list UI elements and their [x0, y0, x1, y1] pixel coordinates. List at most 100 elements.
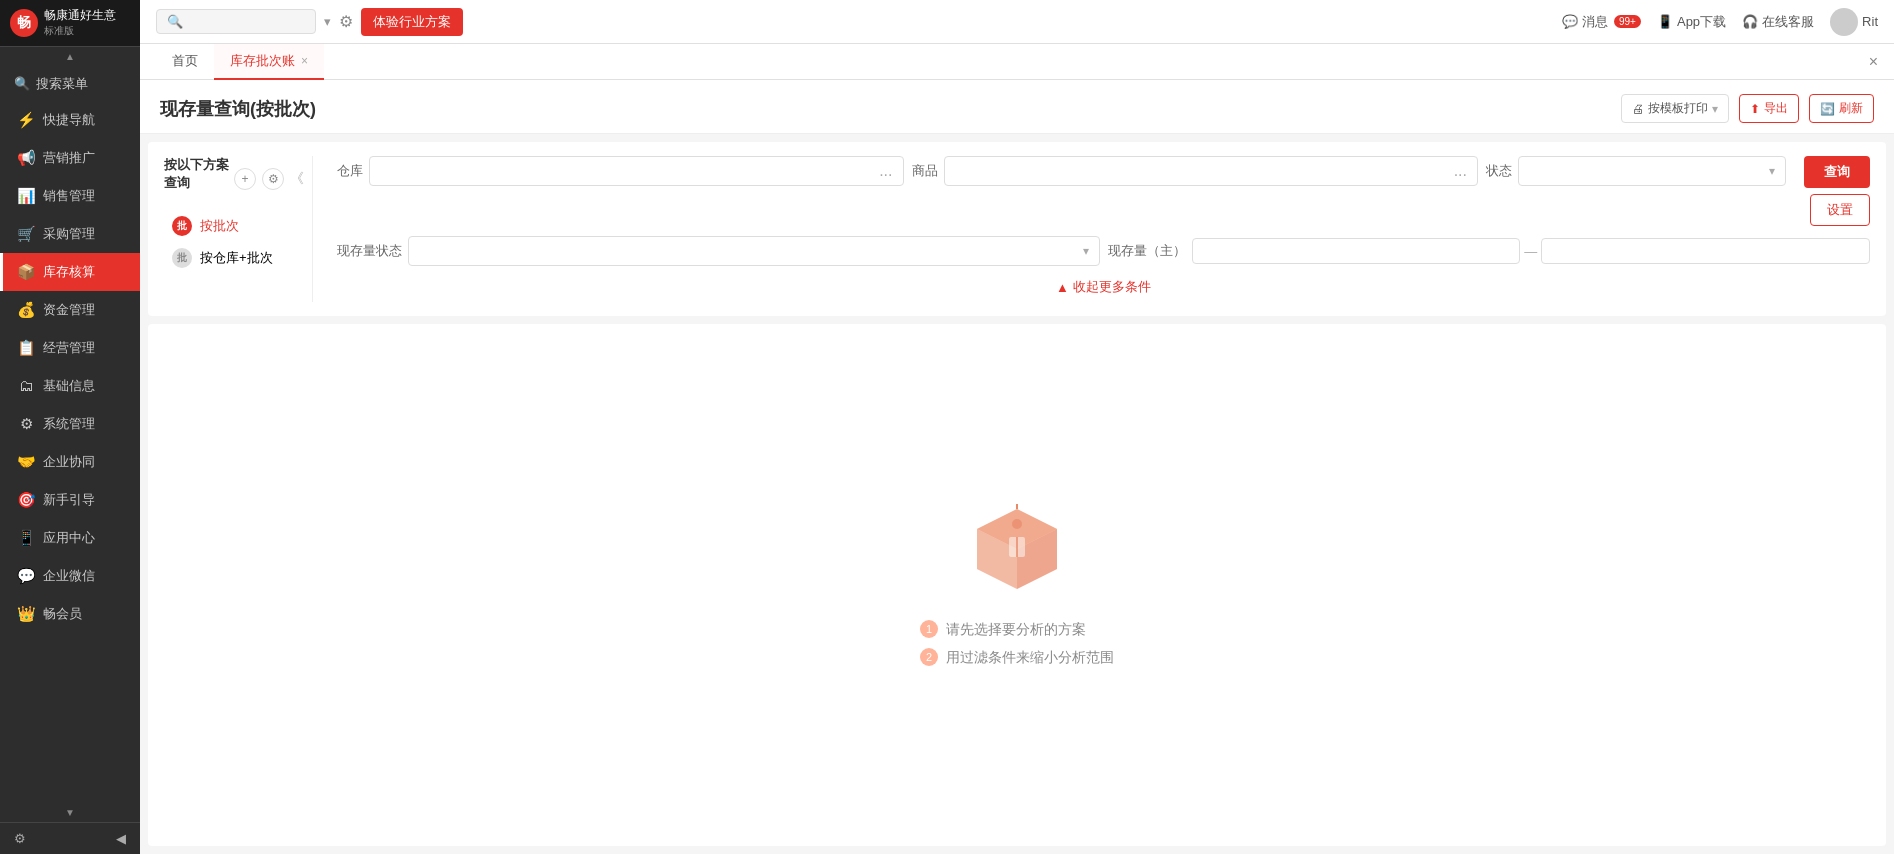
user-profile[interactable]: Rit	[1830, 8, 1878, 36]
user-name: Rit	[1862, 14, 1878, 29]
headset-icon: 🎧	[1742, 14, 1758, 29]
sidebar-item-finance[interactable]: 💰 资金管理	[0, 291, 140, 329]
filter-add-btn[interactable]: +	[234, 168, 256, 190]
sidebar-header: 畅 畅康通好生意 标准版	[0, 0, 140, 47]
filter-collapse-btn[interactable]: 《	[290, 170, 304, 188]
sidebar-item-app-center[interactable]: 📱 应用中心	[0, 519, 140, 557]
sidebar-item-wechat[interactable]: 💬 企业微信	[0, 557, 140, 595]
finance-icon: 💰	[17, 301, 35, 319]
status-select[interactable]: ▾	[1518, 156, 1786, 186]
online-service-label: 在线客服	[1762, 13, 1814, 31]
sidebar-item-operations[interactable]: 📋 经营管理	[0, 329, 140, 367]
sidebar-item-label: 销售管理	[43, 187, 95, 205]
scheme-dot-warehouse-batch: 批	[172, 248, 192, 268]
query-button[interactable]: 查询	[1804, 156, 1870, 188]
footer-collapse-icon[interactable]: ◀	[116, 831, 126, 846]
topbar-search-box[interactable]: 🔍	[156, 9, 316, 34]
message-badge: 99+	[1614, 15, 1641, 28]
inventory-icon: 📦	[17, 263, 35, 281]
sidebar-item-system[interactable]: ⚙ 系统管理	[0, 405, 140, 443]
scheme-fields-divider	[312, 156, 313, 302]
message-item[interactable]: 💬 消息 99+	[1562, 13, 1641, 31]
main-area: 🔍 ▾ ⚙ 体验行业方案 💬 消息 99+ 📱 App下载 🎧 在线客服	[140, 0, 1894, 854]
brand-edition: 标准版	[44, 24, 116, 38]
filter-top-row: 按以下方案查询 + ⚙ 《	[164, 156, 1870, 302]
sidebar-item-inventory[interactable]: 📦 库存核算	[0, 253, 140, 291]
tip-item-1: 1 请先选择要分析的方案	[920, 615, 1114, 643]
sidebar-item-member[interactable]: 👑 畅会员	[0, 595, 140, 633]
tab-batch-account[interactable]: 库存批次账 ×	[214, 44, 324, 80]
topbar: 🔍 ▾ ⚙ 体验行业方案 💬 消息 99+ 📱 App下载 🎧 在线客服	[140, 0, 1894, 44]
sidebar-item-label: 资金管理	[43, 301, 95, 319]
settings-icon: ⚙	[268, 172, 279, 186]
marketing-icon: 📢	[17, 149, 35, 167]
topbar-search-input[interactable]	[189, 15, 289, 29]
sidebar: 畅 畅康通好生意 标准版 ▲ 🔍 搜索菜单 ⚡ 快捷导航 📢 营销推广 📊 销售…	[0, 0, 140, 854]
enterprise-icon: 🤝	[17, 453, 35, 471]
sidebar-item-basic-info[interactable]: 🗂 基础信息	[0, 367, 140, 405]
status-chevron: ▾	[1769, 164, 1775, 178]
filter-section-title: 按以下方案查询	[164, 156, 234, 192]
filter-section-actions: + ⚙ 《	[234, 168, 304, 190]
tab-home[interactable]: 首页	[156, 44, 214, 80]
sidebar-search-label: 搜索菜单	[36, 75, 88, 93]
inventory-quantity-label: 现存量（主）	[1108, 242, 1186, 260]
topbar-left: 🔍 ▾ ⚙ 体验行业方案	[156, 8, 1550, 36]
footer-settings-icon[interactable]: ⚙	[14, 831, 26, 846]
sidebar-item-label: 企业微信	[43, 567, 95, 585]
user-avatar	[1830, 8, 1858, 36]
warehouse-label: 仓库	[337, 162, 363, 180]
sidebar-item-label: 系统管理	[43, 415, 95, 433]
warehouse-input[interactable]: ...	[369, 156, 904, 186]
sidebar-item-enterprise[interactable]: 🤝 企业协同	[0, 443, 140, 481]
app-download-label: App下载	[1677, 13, 1726, 31]
page-header: 现存量查询(按批次) 🖨 按模板打印 ▾ ⬆ 导出 🔄 刷新	[140, 80, 1894, 134]
app-download-item[interactable]: 📱 App下载	[1657, 13, 1726, 31]
search-icon: 🔍	[14, 76, 30, 91]
inventory-status-select[interactable]: ▾	[408, 236, 1100, 266]
tab-close-icon[interactable]: ×	[301, 54, 308, 68]
quantity-max-input[interactable]	[1541, 238, 1870, 264]
quantity-min-input[interactable]	[1192, 238, 1521, 264]
inventory-quantity-range: —	[1192, 238, 1871, 264]
panel-close-button[interactable]: ×	[1869, 53, 1878, 71]
brand-name: 畅康通好生意	[44, 8, 116, 24]
topbar-search-icon: 🔍	[167, 14, 183, 29]
collapse-more[interactable]: ▲ 收起更多条件	[337, 272, 1870, 302]
sidebar-item-quick-nav[interactable]: ⚡ 快捷导航	[0, 101, 140, 139]
tip-text-1: 请先选择要分析的方案	[946, 615, 1086, 643]
export-icon: ⬆	[1750, 102, 1760, 116]
settings-button[interactable]: 设置	[1810, 194, 1870, 226]
sidebar-item-purchase[interactable]: 🛒 采购管理	[0, 215, 140, 253]
product-input[interactable]: ...	[944, 156, 1479, 186]
member-icon: 👑	[17, 605, 35, 623]
empty-state: 1 请先选择要分析的方案 2 用过滤条件来缩小分析范围	[148, 324, 1886, 846]
page-actions: 🖨 按模板打印 ▾ ⬆ 导出 🔄 刷新	[1621, 94, 1874, 123]
sidebar-item-label: 采购管理	[43, 225, 95, 243]
sidebar-scroll-up[interactable]: ▲	[0, 47, 140, 67]
warehouse-dots: ...	[879, 162, 892, 180]
scheme-item-by-batch[interactable]: 批 按批次	[164, 210, 304, 242]
print-btn[interactable]: 🖨 按模板打印 ▾	[1621, 94, 1729, 123]
experience-btn[interactable]: 体验行业方案	[361, 8, 463, 36]
content-area: 现存量查询(按批次) 🖨 按模板打印 ▾ ⬆ 导出 🔄 刷新	[140, 80, 1894, 854]
sidebar-scroll-down[interactable]: ▼	[0, 802, 140, 822]
sidebar-search[interactable]: 🔍 搜索菜单	[0, 67, 140, 101]
operations-icon: 📋	[17, 339, 35, 357]
sidebar-item-marketing[interactable]: 📢 营销推广	[0, 139, 140, 177]
status-label: 状态	[1486, 162, 1512, 180]
scheme-item-by-warehouse-batch[interactable]: 批 按仓库+批次	[164, 242, 304, 274]
sidebar-item-label: 库存核算	[43, 263, 95, 281]
topbar-gear-icon[interactable]: ⚙	[339, 12, 353, 31]
refresh-btn[interactable]: 🔄 刷新	[1809, 94, 1874, 123]
topbar-dropdown-arrow[interactable]: ▾	[324, 14, 331, 29]
export-btn[interactable]: ⬆ 导出	[1739, 94, 1799, 123]
sidebar-item-sales[interactable]: 📊 销售管理	[0, 177, 140, 215]
online-service-item[interactable]: 🎧 在线客服	[1742, 13, 1814, 31]
sidebar-item-guide[interactable]: 🎯 新手引导	[0, 481, 140, 519]
filter-settings-btn[interactable]: ⚙	[262, 168, 284, 190]
sidebar-footer: ⚙ ◀	[0, 822, 140, 854]
sidebar-item-label: 畅会员	[43, 605, 82, 623]
tip-text-2: 用过滤条件来缩小分析范围	[946, 643, 1114, 671]
product-dots: ...	[1454, 162, 1467, 180]
